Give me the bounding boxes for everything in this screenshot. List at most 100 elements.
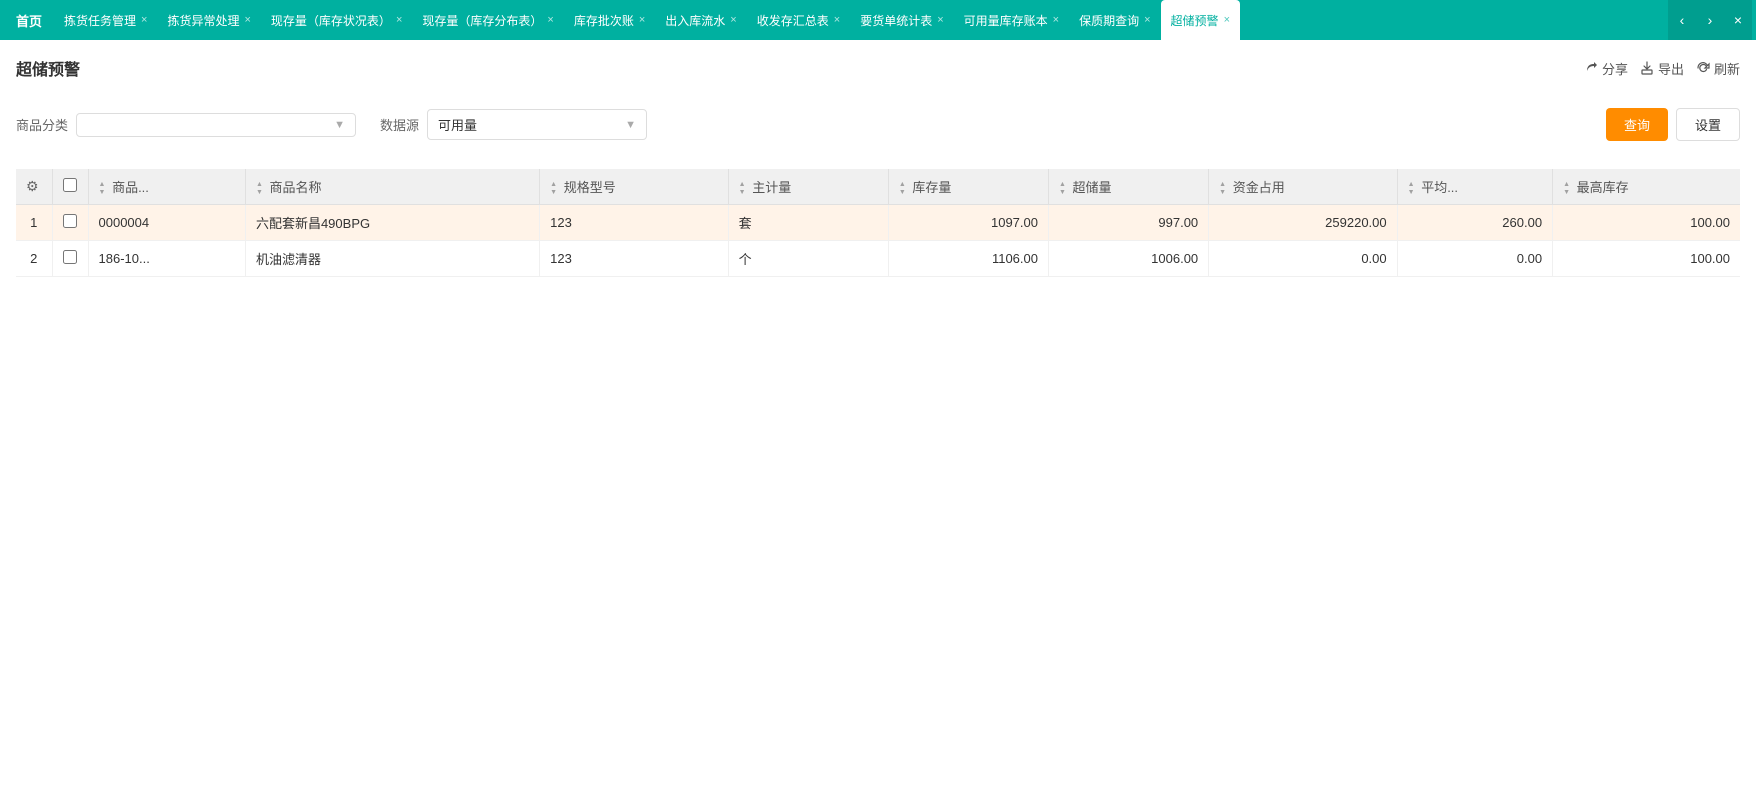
cell-capital-occupy: 0.00 [1209,241,1397,277]
category-filter-group: 商品分类 ▼ [16,113,356,137]
header-actions: 分享 导出 刷新 [1584,59,1740,78]
nav-tab-7[interactable]: 要货单统计表 × [850,0,953,40]
nav-next-button[interactable]: › [1696,0,1724,40]
nav-tab-8[interactable]: 可用量库存账本 × [954,0,1069,40]
nav-tab-4[interactable]: 库存批次账 × [564,0,655,40]
close-tab-2-icon[interactable]: × [396,14,402,26]
category-select[interactable]: ▼ [76,113,356,137]
table-header-row: ⚙ ▲ ▼ 商品... ▲ ▼ 商品名称 [16,169,1740,205]
page-title: 超储预警 [16,56,80,80]
export-button[interactable]: 导出 [1640,59,1684,78]
nav-tab-5[interactable]: 出入库流水 × [655,0,746,40]
share-button[interactable]: 分享 [1584,59,1628,78]
datasource-label: 数据源 [380,115,419,134]
th-max-stock[interactable]: ▲ ▼ 最高库存 [1553,169,1740,205]
cell-product-name: 六配套新昌490BPG [245,205,539,241]
cell-product-code: 186-10... [88,241,245,277]
close-tab-4-icon[interactable]: × [639,14,645,26]
refresh-button[interactable]: 刷新 [1696,59,1740,78]
nav-tab-3[interactable]: 现存量（库存分布表） × [412,0,563,40]
close-tab-8-icon[interactable]: × [1053,14,1059,26]
th-checkbox [52,169,88,205]
sort-icon: ▲ ▼ [1408,181,1415,196]
row-checkbox-0[interactable] [63,214,77,228]
close-tab-3-icon[interactable]: × [547,14,553,26]
sort-icon: ▲ ▼ [899,181,906,196]
cell-product-code: 0000004 [88,205,245,241]
cell-over-stock: 1006.00 [1048,241,1208,277]
filter-buttons: 查询 设置 [1606,108,1740,141]
data-table: ⚙ ▲ ▼ 商品... ▲ ▼ 商品名称 [16,169,1740,277]
th-avg-price[interactable]: ▲ ▼ 平均... [1397,169,1552,205]
top-navigation: 首页 拣货任务管理 × 拣货异常处理 × 现存量（库存状况表） × 现存量（库存… [0,0,1756,40]
th-over-stock[interactable]: ▲ ▼ 超储量 [1048,169,1208,205]
datasource-select[interactable]: 可用量 ▼ [427,109,647,140]
close-tab-7-icon[interactable]: × [937,14,943,26]
category-label: 商品分类 [16,115,68,134]
sort-icon: ▲ ▼ [739,181,746,196]
cell-stock: 1097.00 [888,205,1048,241]
close-tab-0-icon[interactable]: × [141,14,147,26]
cell-over-stock: 997.00 [1048,205,1208,241]
nav-prev-button[interactable]: ‹ [1668,0,1696,40]
cell-checkbox[interactable] [52,241,88,277]
close-tab-6-icon[interactable]: × [834,14,840,26]
datasource-filter-group: 数据源 可用量 ▼ [380,109,647,140]
cell-product-name: 机油滤清器 [245,241,539,277]
cell-unit: 个 [728,241,888,277]
th-settings[interactable]: ⚙ [16,169,52,205]
nav-tab-2[interactable]: 现存量（库存状况表） × [261,0,412,40]
table-row: 2 186-10... 机油滤清器 123 个 1106.00 1006.00 … [16,241,1740,277]
close-tab-10-icon[interactable]: × [1224,14,1230,26]
close-tab-9-icon[interactable]: × [1144,14,1150,26]
close-tab-5-icon[interactable]: × [730,14,736,26]
nav-tab-1[interactable]: 拣货异常处理 × [157,0,260,40]
th-product-name[interactable]: ▲ ▼ 商品名称 [245,169,539,205]
table-row: 1 0000004 六配套新昌490BPG 123 套 1097.00 997.… [16,205,1740,241]
nav-tab-9[interactable]: 保质期查询 × [1069,0,1160,40]
sort-icon: ▲ ▼ [99,181,106,196]
th-unit[interactable]: ▲ ▼ 主计量 [728,169,888,205]
cell-spec: 123 [540,205,728,241]
nav-close-button[interactable]: × [1724,0,1752,40]
datasource-select-value: 可用量 [438,115,625,134]
table-gear-icon[interactable]: ⚙ [26,178,39,194]
cell-spec: 123 [540,241,728,277]
nav-arrows: ‹ › × [1668,0,1752,40]
th-product-code[interactable]: ▲ ▼ 商品... [88,169,245,205]
th-capital-occupy[interactable]: ▲ ▼ 资金占用 [1209,169,1397,205]
export-icon [1640,61,1654,75]
query-button[interactable]: 查询 [1606,108,1668,141]
sort-icon: ▲ ▼ [256,181,263,196]
cell-avg-price: 0.00 [1397,241,1552,277]
cell-avg-price: 260.00 [1397,205,1552,241]
sort-icon: ▲ ▼ [550,181,557,196]
cell-num: 2 [16,241,52,277]
cell-num: 1 [16,205,52,241]
close-tab-1-icon[interactable]: × [244,14,250,26]
settings-button[interactable]: 设置 [1676,108,1740,141]
select-all-checkbox[interactable] [63,178,77,192]
sort-icon: ▲ ▼ [1059,181,1066,196]
category-chevron-icon: ▼ [334,119,345,131]
refresh-icon [1696,61,1710,75]
filter-bar: 商品分类 ▼ 数据源 可用量 ▼ 查询 设置 [16,96,1740,153]
nav-tab-0[interactable]: 拣货任务管理 × [54,0,157,40]
sort-icon: ▲ ▼ [1219,181,1226,196]
main-content: 超储预警 分享 导出 刷新 [0,40,1756,800]
cell-max-stock: 100.00 [1553,205,1740,241]
nav-tab-6[interactable]: 收发存汇总表 × [747,0,850,40]
cell-checkbox[interactable] [52,205,88,241]
cell-unit: 套 [728,205,888,241]
cell-capital-occupy: 259220.00 [1209,205,1397,241]
cell-stock: 1106.00 [888,241,1048,277]
row-checkbox-1[interactable] [63,250,77,264]
nav-home[interactable]: 首页 [4,11,54,30]
nav-tab-10[interactable]: 超储预警 × [1161,0,1240,40]
cell-max-stock: 100.00 [1553,241,1740,277]
th-stock[interactable]: ▲ ▼ 库存量 [888,169,1048,205]
share-icon [1584,61,1598,75]
page-header: 超储预警 分享 导出 刷新 [16,56,1740,80]
th-spec[interactable]: ▲ ▼ 规格型号 [540,169,728,205]
table-body: 1 0000004 六配套新昌490BPG 123 套 1097.00 997.… [16,205,1740,277]
